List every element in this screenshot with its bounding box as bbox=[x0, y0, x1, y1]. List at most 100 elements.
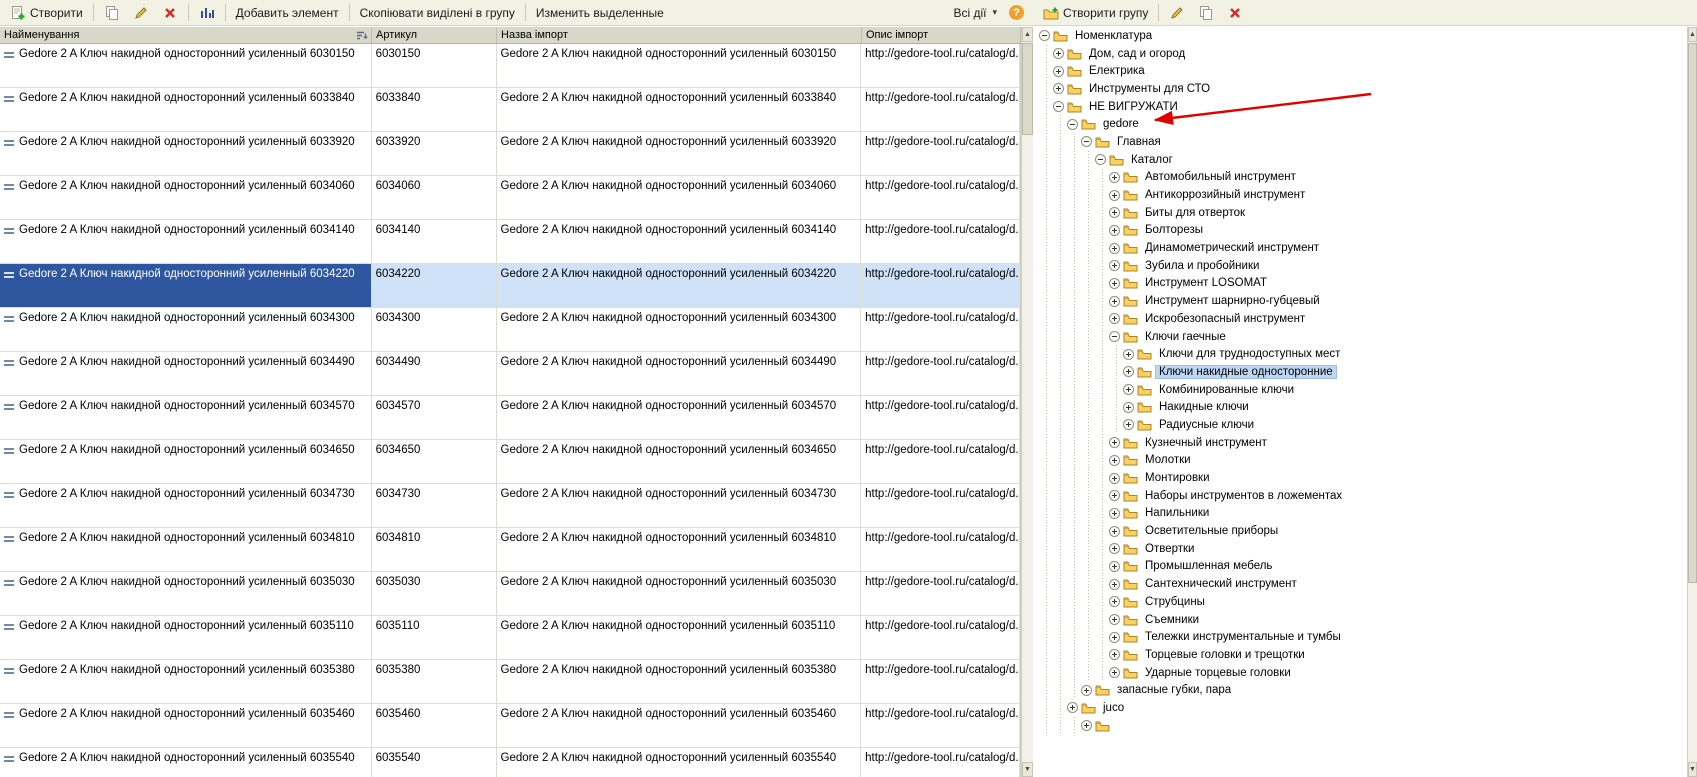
expand-icon[interactable] bbox=[1123, 419, 1134, 431]
tree-item[interactable]: Инструмент шарнирно-губцевый bbox=[1035, 292, 1687, 310]
expand-icon[interactable] bbox=[1109, 667, 1120, 679]
edit-button[interactable] bbox=[127, 2, 155, 24]
expand-icon[interactable] bbox=[1109, 437, 1120, 449]
cell-article[interactable]: 6034140 bbox=[372, 220, 497, 263]
copy-to-group-button[interactable]: Скопіювати виділені в групу bbox=[354, 2, 521, 24]
tree-item[interactable]: Наборы инструментов в ложементах bbox=[1035, 486, 1687, 505]
expand-icon[interactable] bbox=[1081, 720, 1092, 732]
cell-article[interactable]: 6033920 bbox=[372, 132, 497, 175]
tree-vertical-scrollbar[interactable]: ▲ ▼ bbox=[1687, 27, 1697, 777]
delete-group-button[interactable] bbox=[1221, 2, 1249, 24]
tree-item[interactable]: juco bbox=[1035, 699, 1687, 717]
expand-icon[interactable] bbox=[1109, 578, 1120, 590]
tree-item[interactable]: Сантехнический инструмент bbox=[1035, 575, 1687, 593]
cell-import-desc[interactable]: http://gedore-tool.ru/catalog/d... bbox=[861, 352, 1020, 395]
cell-import-name[interactable]: Gedore 2 A Ключ накидной односторонний у… bbox=[497, 572, 862, 615]
table-row[interactable]: Gedore 2 A Ключ накидной односторонний у… bbox=[0, 44, 1020, 88]
cell-import-desc[interactable]: http://gedore-tool.ru/catalog/d... bbox=[861, 44, 1020, 87]
cell-name[interactable]: Gedore 2 A Ключ накидной односторонний у… bbox=[0, 88, 372, 131]
cell-name[interactable]: Gedore 2 A Ключ накидной односторонний у… bbox=[0, 528, 372, 571]
table-row[interactable]: Gedore 2 A Ключ накидной односторонний у… bbox=[0, 176, 1020, 220]
table-row[interactable]: Gedore 2 A Ключ накидной односторонний у… bbox=[0, 88, 1020, 132]
edit-selected-button[interactable]: Изменить выделенные bbox=[530, 2, 670, 24]
tree-item[interactable]: gedore bbox=[1035, 115, 1687, 134]
tree-item[interactable]: Радиусные ключи bbox=[1035, 416, 1687, 434]
cell-import-name[interactable]: Gedore 2 A Ключ накидной односторонний у… bbox=[497, 44, 862, 87]
cell-name[interactable]: Gedore 2 A Ключ накидной односторонний у… bbox=[0, 176, 372, 219]
tree-item[interactable]: Болторезы bbox=[1035, 221, 1687, 240]
tree-item[interactable]: Каталог bbox=[1035, 150, 1687, 169]
tree-item[interactable]: Инструмент LOSOMAT bbox=[1035, 274, 1687, 293]
cell-import-name[interactable]: Gedore 2 A Ключ накидной односторонний у… bbox=[497, 308, 862, 351]
scroll-up-button[interactable]: ▲ bbox=[1688, 27, 1697, 42]
cell-import-desc[interactable]: http://gedore-tool.ru/catalog/d... bbox=[861, 528, 1020, 571]
cell-name[interactable]: Gedore 2 A Ключ накидной односторонний у… bbox=[0, 352, 372, 395]
table-row[interactable]: Gedore 2 A Ключ накидной односторонний у… bbox=[0, 748, 1020, 777]
tree-item[interactable]: Ударные торцевые головки bbox=[1035, 663, 1687, 682]
cell-import-name[interactable]: Gedore 2 A Ключ накидной односторонний у… bbox=[497, 176, 862, 219]
tree-item[interactable]: Монтировки bbox=[1035, 469, 1687, 487]
all-actions-button[interactable]: Всі дії ▾ bbox=[947, 2, 1003, 24]
collapse-icon[interactable] bbox=[1081, 136, 1092, 148]
cell-import-desc[interactable]: http://gedore-tool.ru/catalog/d... bbox=[861, 616, 1020, 659]
tree-item[interactable]: НЕ ВИГРУЖАТИ bbox=[1035, 97, 1687, 116]
set-interval-button[interactable] bbox=[193, 2, 221, 24]
delete-button[interactable] bbox=[156, 2, 184, 24]
cell-name[interactable]: Gedore 2 A Ключ накидной односторонний у… bbox=[0, 572, 372, 615]
tree-item[interactable]: Динамометрический инструмент bbox=[1035, 239, 1687, 257]
cell-import-desc[interactable]: http://gedore-tool.ru/catalog/d... bbox=[861, 176, 1020, 219]
tree-item[interactable]: Антикоррозийный инструмент bbox=[1035, 186, 1687, 204]
column-header-name[interactable]: Найменування bbox=[0, 27, 372, 43]
tree-item[interactable]: Комбинированные ключи bbox=[1035, 380, 1687, 399]
expand-icon[interactable] bbox=[1109, 454, 1120, 466]
cell-name[interactable]: Gedore 2 A Ключ накидной односторонний у… bbox=[0, 484, 372, 527]
cell-import-desc[interactable]: http://gedore-tool.ru/catalog/d... bbox=[861, 704, 1020, 747]
tree-item[interactable]: Ключи гаечные bbox=[1035, 327, 1687, 346]
cell-import-name[interactable]: Gedore 2 A Ключ накидной односторонний у… bbox=[497, 748, 862, 777]
cell-import-name[interactable]: Gedore 2 A Ключ накидной односторонний у… bbox=[496, 264, 862, 307]
cell-article[interactable]: 6035110 bbox=[372, 616, 497, 659]
collapse-icon[interactable] bbox=[1053, 101, 1064, 113]
tree-item[interactable]: Дом, сад и огород bbox=[1035, 44, 1687, 63]
collapse-icon[interactable] bbox=[1067, 118, 1078, 130]
expand-icon[interactable] bbox=[1109, 295, 1120, 307]
copy-button[interactable] bbox=[98, 2, 126, 24]
cell-import-name[interactable]: Gedore 2 A Ключ накидной односторонний у… bbox=[497, 440, 862, 483]
tree-item[interactable]: Електрика bbox=[1035, 62, 1687, 81]
table-row[interactable]: Gedore 2 A Ключ накидной односторонний у… bbox=[0, 308, 1020, 352]
cell-name[interactable]: Gedore 2 A Ключ накидной односторонний у… bbox=[0, 396, 372, 439]
expand-icon[interactable] bbox=[1109, 472, 1120, 484]
cell-name[interactable]: Gedore 2 A Ключ накидной односторонний у… bbox=[0, 616, 372, 659]
expand-icon[interactable] bbox=[1109, 207, 1120, 219]
table-row[interactable]: Gedore 2 A Ключ накидной односторонний у… bbox=[0, 352, 1020, 396]
cell-import-desc[interactable]: http://gedore-tool.ru/catalog/d... bbox=[861, 572, 1020, 615]
cell-import-name[interactable]: Gedore 2 A Ключ накидной односторонний у… bbox=[497, 352, 862, 395]
cell-import-desc[interactable]: http://gedore-tool.ru/catalog/d... bbox=[861, 264, 1020, 307]
tree-item[interactable]: Напильники bbox=[1035, 504, 1687, 523]
create-group-button[interactable]: Створити групу bbox=[1037, 2, 1154, 24]
cell-import-name[interactable]: Gedore 2 A Ключ накидной односторонний у… bbox=[497, 132, 862, 175]
column-header-article[interactable]: Артикул bbox=[372, 27, 497, 43]
cell-import-name[interactable]: Gedore 2 A Ключ накидной односторонний у… bbox=[497, 396, 862, 439]
table-row[interactable]: Gedore 2 A Ключ накидной односторонний у… bbox=[0, 484, 1020, 528]
table-row[interactable]: Gedore 2 A Ключ накидной односторонний у… bbox=[0, 396, 1020, 440]
cell-article[interactable]: 6035540 bbox=[372, 748, 497, 777]
scroll-down-button[interactable]: ▼ bbox=[1022, 762, 1033, 777]
cell-article[interactable]: 6030150 bbox=[372, 44, 497, 87]
tree-item[interactable]: Струбцины bbox=[1035, 593, 1687, 611]
cell-import-desc[interactable]: http://gedore-tool.ru/catalog/d... bbox=[861, 308, 1020, 351]
tree-item[interactable]: Биты для отверток bbox=[1035, 203, 1687, 222]
collapse-icon[interactable] bbox=[1039, 30, 1050, 42]
scroll-thumb[interactable] bbox=[1688, 43, 1697, 583]
table-row[interactable]: Gedore 2 A Ключ накидной односторонний у… bbox=[0, 704, 1020, 748]
cell-article[interactable]: 6034810 bbox=[372, 528, 497, 571]
table-vertical-scrollbar[interactable]: ▲ ▼ bbox=[1021, 27, 1033, 777]
tree-item[interactable] bbox=[1035, 716, 1687, 735]
expand-icon[interactable] bbox=[1053, 48, 1064, 60]
cell-import-desc[interactable]: http://gedore-tool.ru/catalog/d... bbox=[861, 88, 1020, 131]
tree-item[interactable]: Ключи накидные односторонние bbox=[1035, 363, 1687, 381]
table-row[interactable]: Gedore 2 A Ключ накидной односторонний у… bbox=[0, 616, 1020, 660]
tree-item[interactable]: Торцевые головки и трещотки bbox=[1035, 646, 1687, 664]
cell-import-desc[interactable]: http://gedore-tool.ru/catalog/d... bbox=[861, 660, 1020, 703]
sort-indicator-icon[interactable] bbox=[355, 30, 368, 43]
